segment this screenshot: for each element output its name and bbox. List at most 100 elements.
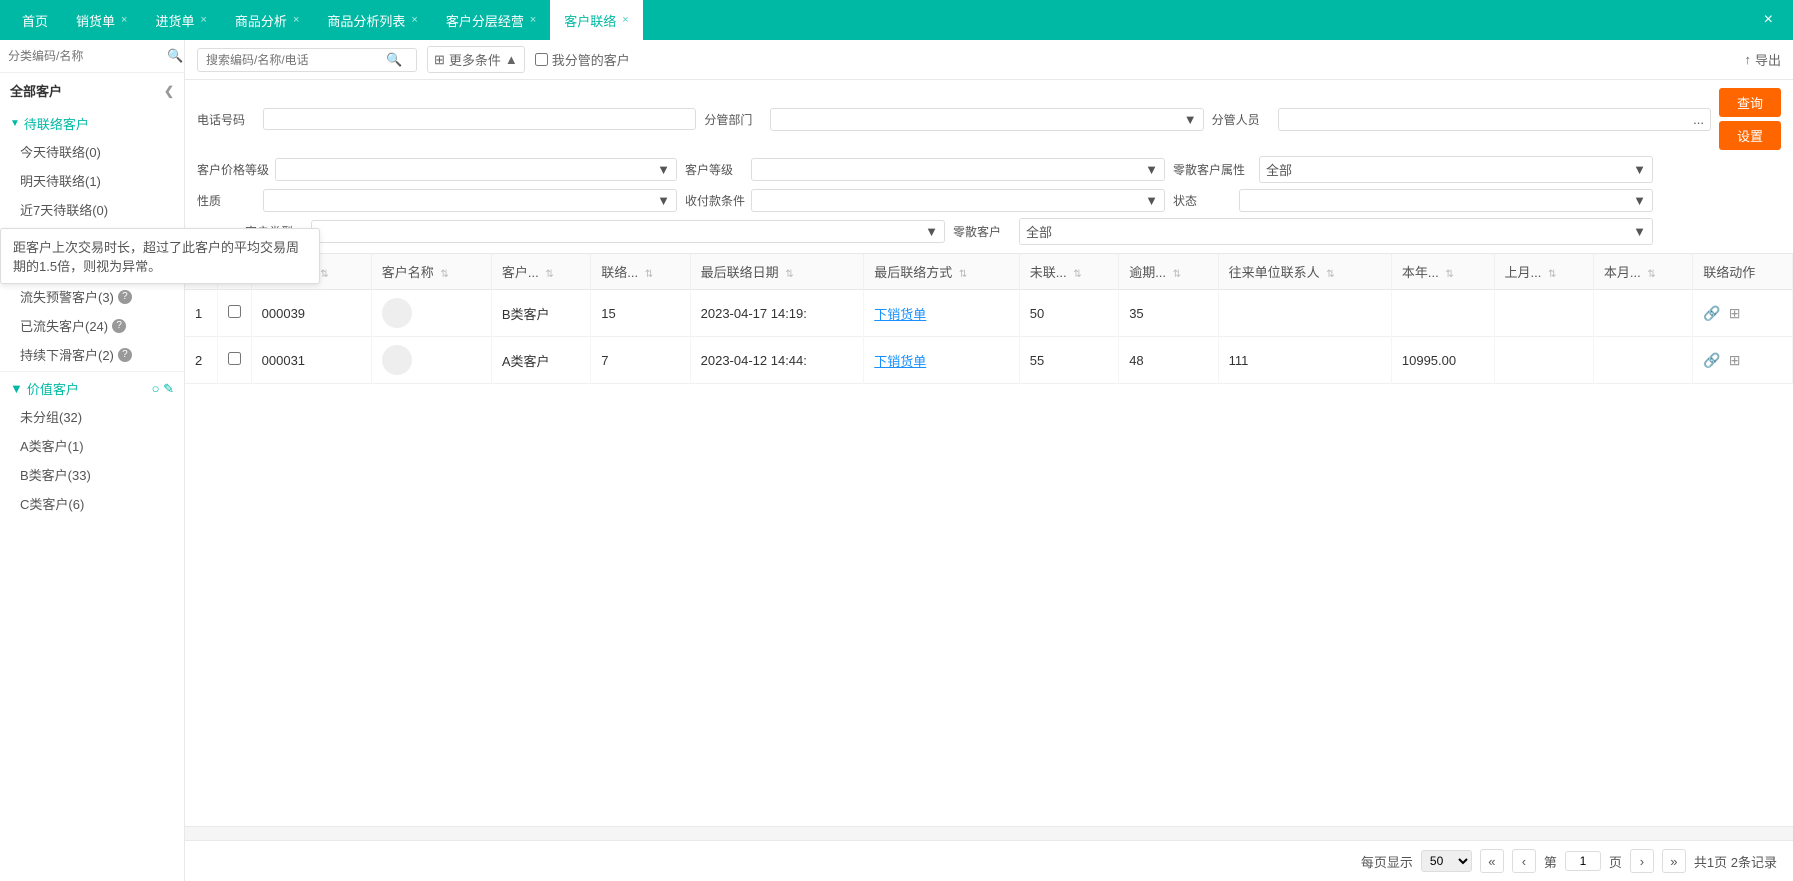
contact-method-link[interactable]: 下销货单 [874,354,926,369]
edit-icon[interactable]: ○ ✎ [152,381,174,397]
page-number-input[interactable] [1565,851,1601,871]
window-close-button[interactable]: × [1752,11,1785,29]
contact-method-link[interactable]: 下销货单 [874,307,926,322]
search-button[interactable]: 🔍 [386,52,402,68]
nav-product-analysis[interactable]: 商品分析 × [221,0,313,40]
settings-button[interactable]: 设置 [1719,121,1781,150]
col-last-contact-date[interactable]: 最后联络日期 ⇅ [690,254,864,290]
retail-attr-select[interactable]: 全部 ▼ [1259,156,1653,183]
avatar [382,345,412,375]
customer-type-select[interactable]: ▼ [311,220,945,243]
my-customer-check[interactable] [535,53,548,66]
per-page-select[interactable]: 50 20 100 [1421,850,1472,872]
link-action-icon[interactable]: 🔗 [1703,352,1720,369]
customer-level-select[interactable]: ▼ [751,158,1165,181]
sort-icon: ⇅ [959,269,967,280]
status-select[interactable]: ▼ [1239,189,1653,212]
gender-select[interactable]: ▼ [263,189,677,212]
col-last-month[interactable]: 上月... ⇅ [1494,254,1593,290]
arrow-icon: ▼ [10,118,20,129]
nav-home[interactable]: 首页 [8,0,62,40]
close-icon[interactable]: × [411,14,417,26]
sidebar-item-declining[interactable]: 持续下滑客户(2) ? [0,340,184,369]
nav-product-analysis-list[interactable]: 商品分析列表 × [313,0,431,40]
dept-select[interactable]: ▼ [770,108,1203,131]
row-last-contact-date: 2023-04-12 14:44: [690,337,864,384]
sidebar-search-icon[interactable]: 🔍 [167,48,183,64]
search-wrap: 🔍 [197,48,417,72]
sidebar-all-customers[interactable]: 全部客户 ❮ [0,73,184,108]
grid-action-icon[interactable]: ⊞ [1729,305,1741,322]
price-level-select[interactable]: ▼ [275,158,677,181]
sidebar-item-today-pending[interactable]: 今天待联络(0) [0,137,184,166]
col-name[interactable]: 客户名称 ⇅ [371,254,491,290]
sidebar-item-churn-warning[interactable]: 流失预警客户(3) ? [0,282,184,311]
sidebar-value-section[interactable]: ▼ 价值客户 ○ ✎ [0,374,184,402]
close-icon[interactable]: × [530,14,536,26]
help-icon: ? [118,348,132,362]
manager-field: 分管人员 ... [1212,108,1711,131]
col-unlisted[interactable]: 未联... ⇅ [1019,254,1118,290]
col-contact[interactable]: 联络... ⇅ [591,254,690,290]
close-icon[interactable]: × [121,14,127,26]
sidebar-item-class-a[interactable]: A类客户(1) [0,431,184,460]
prev-page-button[interactable]: ‹ [1512,849,1536,873]
first-page-button[interactable]: « [1480,849,1504,873]
payment-select[interactable]: ▼ [751,189,1165,212]
col-last-contact-method[interactable]: 最后联络方式 ⇅ [864,254,1020,290]
avatar [382,298,412,328]
last-page-button[interactable]: » [1662,849,1686,873]
export-button[interactable]: ↑ 导出 [1744,50,1781,69]
link-action-icon[interactable]: 🔗 [1703,305,1720,322]
manager-select[interactable]: ... [1278,108,1711,131]
sidebar-item-churned[interactable]: 已流失客户(24) ? [0,311,184,340]
my-customer-checkbox[interactable]: 我分管的客户 [535,50,630,69]
retail-attr-label: 零散客户属性 [1173,161,1253,178]
more-conditions-button[interactable]: ⊞ 更多条件 ▲ [427,46,525,73]
row-select-checkbox[interactable] [228,305,241,318]
next-page-button[interactable]: › [1630,849,1654,873]
sidebar-item-tomorrow-pending[interactable]: 明天待联络(1) [0,166,184,195]
row-name [371,337,491,384]
col-actions: 联络动作 [1693,254,1793,290]
row-last-contact-method: 下销货单 [864,337,1020,384]
search-input[interactable] [206,53,386,67]
customer-level-label: 客户等级 [685,161,745,178]
nav-customer-contact[interactable]: 客户联络 × [550,0,642,40]
nav-purchase-order[interactable]: 进货单 × [141,0,220,40]
sidebar-item-class-b[interactable]: B类客户(33) [0,460,184,489]
close-icon[interactable]: × [200,14,206,26]
col-overdue[interactable]: 逾期... ⇅ [1119,254,1218,290]
row-this-year [1391,290,1494,337]
row-this-year: 10995.00 [1391,337,1494,384]
col-this-month[interactable]: 本月... ⇅ [1593,254,1692,290]
nav-customer-segment[interactable]: 客户分层经营 × [432,0,550,40]
query-button[interactable]: 查询 [1719,88,1781,117]
customer-type-field: 客户类型 ▼ [245,220,945,243]
help-icon: ? [118,290,132,304]
close-icon[interactable]: × [622,14,628,26]
sort-icon: ⇅ [1647,269,1655,280]
horizontal-scrollbar[interactable] [185,826,1793,840]
sidebar-item-ungrouped[interactable]: 未分组(32) [0,402,184,431]
content-area: 🔍 ⊞ 更多条件 ▲ 我分管的客户 ↑ 导出 电话号码 [185,40,1793,881]
retail-attr-field: 零散客户属性 全部 ▼ [1173,156,1653,183]
col-customer-type[interactable]: 客户... ⇅ [491,254,590,290]
gender-label: 性质 [197,192,257,209]
sidebar-search-input[interactable] [8,49,163,63]
retail-customer-select[interactable]: 全部 ▼ [1019,218,1653,245]
col-this-year[interactable]: 本年... ⇅ [1391,254,1494,290]
grid-action-icon[interactable]: ⊞ [1729,352,1741,369]
sort-icon: ⇅ [440,269,448,280]
sidebar-item-class-c[interactable]: C类客户(6) [0,489,184,518]
close-icon[interactable]: × [293,14,299,26]
all-customers-label: 全部客户 [10,81,62,100]
col-contact-person[interactable]: 往来单位联系人 ⇅ [1218,254,1391,290]
row-select-checkbox[interactable] [228,352,241,365]
sort-icon: ⇅ [1326,269,1334,280]
row-code: 000039 [251,290,371,337]
top-nav: 首页 销货单 × 进货单 × 商品分析 × 商品分析列表 × 客户分层经营 × … [0,0,1793,40]
nav-sales-order[interactable]: 销货单 × [62,0,141,40]
phone-input[interactable] [263,108,696,130]
sidebar-item-7days-pending[interactable]: 近7天待联络(0) [0,195,184,224]
